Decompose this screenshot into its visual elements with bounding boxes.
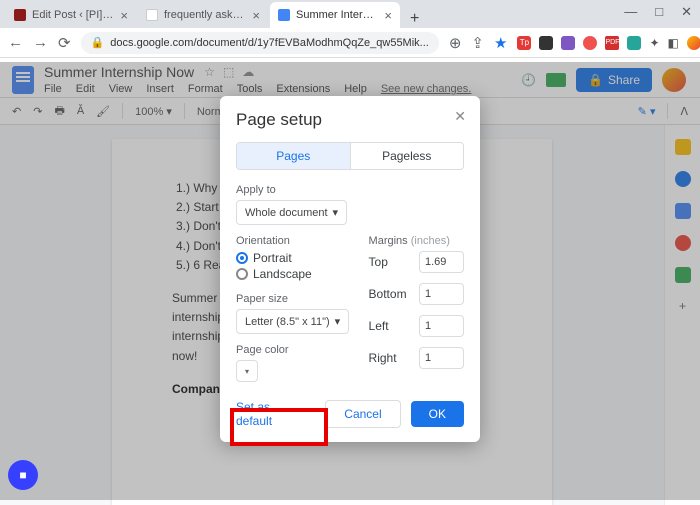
meet-float-button[interactable]: ■ bbox=[8, 460, 38, 490]
ext-icon[interactable] bbox=[627, 36, 641, 50]
page-color-label: Page color bbox=[236, 344, 351, 356]
page-mode-segmented: Pages Pageless bbox=[236, 142, 464, 170]
ext-icon[interactable]: PDF bbox=[605, 36, 619, 50]
back-icon[interactable]: ← bbox=[8, 34, 23, 51]
reload-icon[interactable]: ⟳ bbox=[58, 34, 71, 52]
tab-pages[interactable]: Pages bbox=[237, 143, 351, 169]
minimize-icon[interactable]: — bbox=[624, 4, 637, 20]
close-icon[interactable]: ✕ bbox=[454, 108, 466, 125]
profile-avatar[interactable] bbox=[687, 36, 700, 50]
address-bar: ← → ⟳ 🔒 docs.google.com/document/d/1y7fE… bbox=[0, 28, 700, 58]
video-icon: ■ bbox=[19, 468, 26, 482]
ext-icon[interactable]: Tp bbox=[517, 36, 531, 50]
favicon-icon bbox=[278, 9, 290, 21]
apply-to-select[interactable]: Whole document ▾ bbox=[236, 200, 347, 225]
share-page-icon[interactable]: ⇪ bbox=[471, 34, 484, 52]
margin-bottom-label: Bottom bbox=[369, 287, 407, 301]
browser-tab-active[interactable]: Summer Internship Now - Go × bbox=[270, 2, 400, 28]
new-tab-button[interactable]: + bbox=[402, 10, 427, 28]
ext-icon[interactable] bbox=[561, 36, 575, 50]
page-color-select[interactable]: ▾ bbox=[236, 360, 258, 382]
browser-tab-strip: Edit Post ‹ [PI] How to Chang × frequent… bbox=[0, 0, 700, 28]
extensions: Tp PDF ✦ ◧ ⋮ bbox=[517, 36, 700, 50]
orientation-label: Orientation bbox=[236, 235, 351, 247]
url-text: docs.google.com/document/d/1y7fEVBaModhm… bbox=[110, 37, 429, 49]
tab-pageless[interactable]: Pageless bbox=[351, 143, 464, 169]
ok-button[interactable]: OK bbox=[411, 401, 464, 427]
install-icon[interactable]: ⊕ bbox=[449, 34, 462, 52]
margin-right-label: Right bbox=[369, 351, 397, 365]
orientation-portrait-radio[interactable]: Portrait bbox=[236, 251, 292, 265]
favicon-icon bbox=[146, 9, 158, 21]
close-window-icon[interactable]: ✕ bbox=[681, 4, 692, 20]
paper-size-label: Paper size bbox=[236, 293, 351, 305]
favicon-icon bbox=[14, 9, 26, 21]
chevron-down-icon: ▾ bbox=[245, 367, 249, 376]
ext-icon[interactable] bbox=[539, 36, 553, 50]
star-icon[interactable]: ★ bbox=[494, 34, 507, 52]
url-input[interactable]: 🔒 docs.google.com/document/d/1y7fEVBaMod… bbox=[81, 32, 439, 54]
dialog-title: Page setup bbox=[236, 110, 464, 130]
margin-top-label: Top bbox=[369, 255, 388, 269]
margin-top-input[interactable] bbox=[419, 251, 464, 273]
margin-left-label: Left bbox=[369, 319, 389, 333]
orientation-landscape-radio[interactable]: Landscape bbox=[236, 267, 312, 281]
chevron-down-icon: ▾ bbox=[335, 315, 341, 328]
cancel-button[interactable]: Cancel bbox=[325, 400, 400, 428]
lock-icon: 🔒 bbox=[91, 36, 105, 49]
tab-label: frequently asked questions ab bbox=[164, 9, 246, 21]
browser-tab[interactable]: frequently asked questions ab × bbox=[138, 2, 268, 28]
apply-to-label: Apply to bbox=[236, 184, 464, 196]
set-as-default-link[interactable]: Set as default bbox=[236, 400, 305, 428]
tab-close-icon[interactable]: × bbox=[252, 8, 260, 23]
margin-left-input[interactable] bbox=[419, 315, 464, 337]
margin-bottom-input[interactable] bbox=[419, 283, 464, 305]
margin-right-input[interactable] bbox=[419, 347, 464, 369]
tab-close-icon[interactable]: × bbox=[120, 8, 128, 23]
tab-label: Edit Post ‹ [PI] How to Chang bbox=[32, 9, 114, 21]
maximize-icon[interactable]: □ bbox=[655, 4, 663, 20]
ext-icon[interactable] bbox=[583, 36, 597, 50]
browser-tab[interactable]: Edit Post ‹ [PI] How to Chang × bbox=[6, 2, 136, 28]
forward-icon[interactable]: → bbox=[33, 34, 48, 51]
extensions-icon[interactable]: ✦ bbox=[649, 36, 659, 50]
chevron-down-icon: ▾ bbox=[333, 206, 339, 219]
tab-close-icon[interactable]: × bbox=[384, 8, 392, 23]
margins-label: Margins (inches) bbox=[369, 235, 464, 247]
extensions-puzzle-icon[interactable]: ◧ bbox=[668, 36, 679, 50]
page-setup-dialog: Page setup ✕ Pages Pageless Apply to Who… bbox=[220, 96, 480, 442]
paper-size-select[interactable]: Letter (8.5" x 11") ▾ bbox=[236, 309, 349, 334]
tab-label: Summer Internship Now - Go bbox=[296, 9, 378, 21]
